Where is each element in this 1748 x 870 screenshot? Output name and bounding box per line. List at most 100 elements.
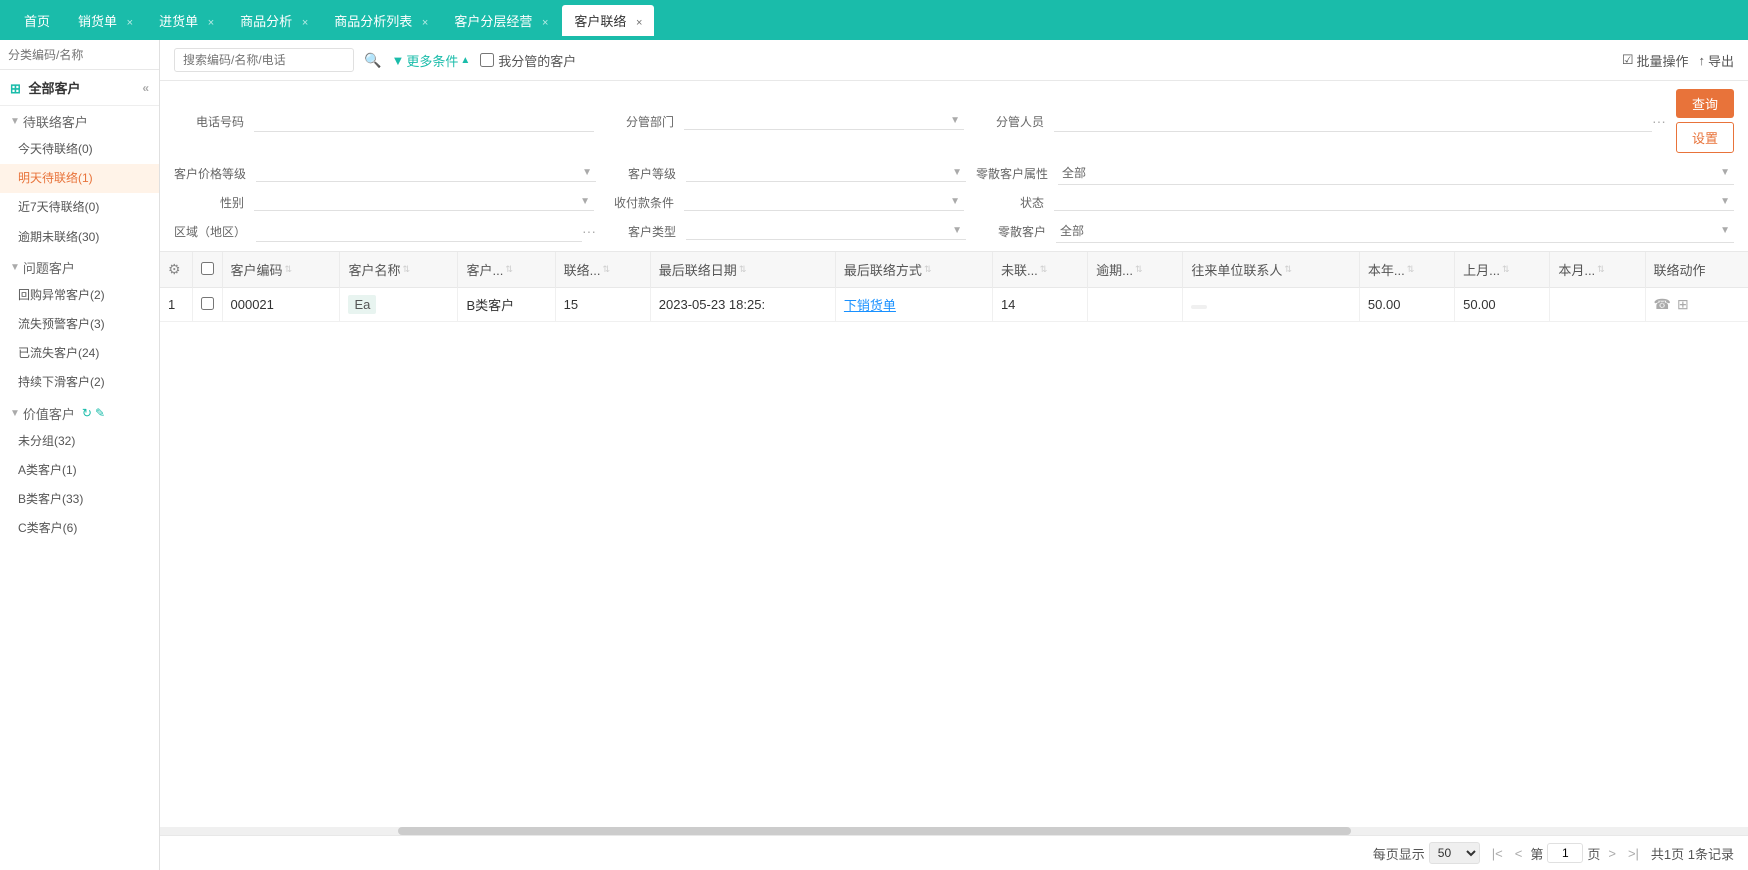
sidebar-item-a-class[interactable]: A类客户(1) [0, 456, 159, 485]
first-page-btn[interactable]: |< [1488, 844, 1507, 863]
close-product-analysis-list-icon[interactable]: × [422, 17, 428, 29]
dept-select[interactable]: ▼ [684, 112, 964, 130]
sidebar: 🔍 ⊞ 全部客户 « ▼ 待联络客户 今天待联络(0) 明天待联络(1) 近7天… [0, 40, 160, 870]
gender-select[interactable]: ▼ [254, 193, 594, 211]
last-method-sort-icon[interactable]: ⇅ [924, 264, 932, 275]
more-conditions-btn[interactable]: ▼ 更多条件 ▲ [391, 51, 470, 70]
th-gear[interactable]: ⚙ [160, 252, 192, 288]
this-month-sort-icon[interactable]: ⇅ [1597, 264, 1605, 275]
td-contact-person [1183, 288, 1360, 322]
phone-label: 电话号码 [174, 113, 244, 130]
nav-customer-contact[interactable]: 客户联络 × [562, 5, 654, 36]
td-last-contact-method[interactable]: 下销货单 [835, 288, 992, 322]
last-contact-method-link[interactable]: 下销货单 [844, 298, 896, 313]
sidebar-item-overdue-contact[interactable]: 逾期未联络(30) [0, 223, 159, 252]
horizontal-scrollbar[interactable] [160, 827, 1748, 835]
close-customer-contact-icon[interactable]: × [636, 17, 642, 29]
nav-sales-order[interactable]: 销货单 × [66, 5, 145, 36]
prev-page-btn[interactable]: < [1511, 844, 1527, 863]
name-sort-icon[interactable]: ⇅ [403, 264, 411, 275]
close-sales-order-icon[interactable]: × [127, 17, 133, 29]
customer-grade-select[interactable]: ▼ [686, 164, 966, 182]
value-refresh-icon[interactable]: ↻ [82, 406, 92, 420]
nav-home[interactable]: 首页 [10, 5, 64, 36]
sidebar-value-section: ▼ 价值客户 ↻ ✎ [0, 398, 159, 427]
sidebar-search-input[interactable] [8, 48, 160, 62]
status-select[interactable]: ▼ [1054, 193, 1734, 211]
dept-label: 分管部门 [604, 113, 674, 130]
status-label: 状态 [974, 194, 1044, 211]
overdue-sort-icon[interactable]: ⇅ [1135, 264, 1143, 275]
sidebar-item-churn-warning[interactable]: 流失预警客户(3) [0, 310, 159, 339]
retail-customer-label: 零散客户 [976, 223, 1046, 240]
phone-input[interactable] [254, 111, 594, 132]
my-customers-checkbox-label[interactable]: 我分管的客户 [480, 51, 576, 70]
nav-product-analysis-list[interactable]: 商品分析列表 × [322, 5, 440, 36]
close-purchase-order-icon[interactable]: × [208, 17, 214, 29]
page-size-select[interactable]: 50 100 200 [1429, 842, 1480, 864]
query-button[interactable]: 查询 [1676, 89, 1734, 118]
nav-purchase-order[interactable]: 进货单 × [147, 5, 226, 36]
this-year-sort-icon[interactable]: ⇅ [1407, 264, 1415, 275]
code-sort-icon[interactable]: ⇅ [285, 264, 293, 275]
setting-button[interactable]: 设置 [1676, 122, 1734, 153]
total-records: 共1页 1条记录 [1651, 844, 1734, 863]
region-input[interactable] [256, 221, 582, 242]
search-button-icon[interactable]: 🔍 [364, 52, 381, 69]
payment-caret-icon: ▼ [950, 196, 960, 207]
sidebar-item-declining[interactable]: 持续下滑客户(2) [0, 368, 159, 397]
customer-table: ⚙ 客户编码 ⇅ 客户名称 [160, 252, 1748, 322]
main-layout: 🔍 ⊞ 全部客户 « ▼ 待联络客户 今天待联络(0) 明天待联络(1) 近7天… [0, 40, 1748, 870]
sidebar-item-b-class[interactable]: B类客户(33) [0, 485, 159, 514]
next-page-btn[interactable]: > [1604, 844, 1620, 863]
manager-dots-icon[interactable]: ··· [1652, 113, 1666, 129]
sidebar-item-today-contact[interactable]: 今天待联络(0) [0, 135, 159, 164]
sidebar-all-customers[interactable]: ⊞ 全部客户 « [0, 70, 159, 106]
price-grade-caret-icon: ▼ [582, 167, 592, 178]
no-contact-sort-icon[interactable]: ⇅ [1040, 264, 1048, 275]
sidebar-item-ungrouped[interactable]: 未分组(32) [0, 427, 159, 456]
nav-customer-tiering[interactable]: 客户分层经营 × [442, 5, 560, 36]
sidebar-item-c-class[interactable]: C类客户(6) [0, 514, 159, 543]
page-number-input[interactable] [1547, 843, 1583, 863]
th-this-year: 本年... ⇅ [1359, 252, 1454, 288]
row-checkbox[interactable] [201, 297, 214, 310]
retail-customer-select[interactable]: 全部 ▼ [1056, 219, 1734, 243]
sidebar-item-repurchase-abnormal[interactable]: 回购异常客户(2) [0, 281, 159, 310]
price-grade-select[interactable]: ▼ [256, 164, 596, 182]
sidebar-item-7day-contact[interactable]: 近7天待联络(0) [0, 193, 159, 222]
type-sort-icon[interactable]: ⇅ [505, 264, 513, 275]
value-edit-icon[interactable]: ✎ [95, 406, 105, 420]
nav-product-analysis[interactable]: 商品分析 × [228, 5, 320, 36]
payment-select[interactable]: ▼ [684, 193, 964, 211]
close-product-analysis-icon[interactable]: × [302, 17, 308, 29]
contact-person-sort-icon[interactable]: ⇅ [1284, 264, 1292, 275]
sidebar-item-tomorrow-contact[interactable]: 明天待联络(1) [0, 164, 159, 193]
td-index: 1 [160, 288, 192, 322]
batch-op-btn[interactable]: ☑ 批量操作 [1622, 51, 1689, 70]
region-dots-icon[interactable]: ··· [582, 223, 596, 239]
customer-type-select[interactable]: ▼ [686, 222, 966, 240]
last-date-sort-icon[interactable]: ⇅ [739, 264, 747, 275]
search-bar-right: ☑ 批量操作 ↑ 导出 [1622, 51, 1734, 70]
select-all-checkbox[interactable] [201, 262, 214, 275]
batch-op-icon: ☑ [1622, 52, 1634, 68]
action-phone-icon[interactable]: ☎ [1654, 296, 1671, 313]
scrollbar-thumb[interactable] [398, 827, 1351, 835]
search-input[interactable] [174, 48, 354, 72]
search-bar: 🔍 ▼ 更多条件 ▲ 我分管的客户 ☑ 批量操作 ↑ 导出 [160, 40, 1748, 81]
retail-attr-select[interactable]: 全部 ▼ [1058, 161, 1734, 185]
my-customers-checkbox[interactable] [480, 53, 494, 67]
close-customer-tiering-icon[interactable]: × [542, 17, 548, 29]
table-gear-icon[interactable]: ⚙ [168, 261, 181, 277]
contact-count-sort-icon[interactable]: ⇅ [602, 264, 610, 275]
sidebar-item-churned[interactable]: 已流失客户(24) [0, 339, 159, 368]
last-month-sort-icon[interactable]: ⇅ [1502, 264, 1510, 275]
action-grid-icon[interactable]: ⊞ [1677, 296, 1689, 313]
td-code: 000021 [222, 288, 340, 322]
export-btn[interactable]: ↑ 导出 [1698, 51, 1734, 70]
sidebar-collapse-icon[interactable]: « [142, 81, 149, 95]
manager-input[interactable] [1054, 111, 1652, 132]
last-page-btn[interactable]: >| [1624, 844, 1643, 863]
th-contact-count: 联络... ⇅ [555, 252, 650, 288]
